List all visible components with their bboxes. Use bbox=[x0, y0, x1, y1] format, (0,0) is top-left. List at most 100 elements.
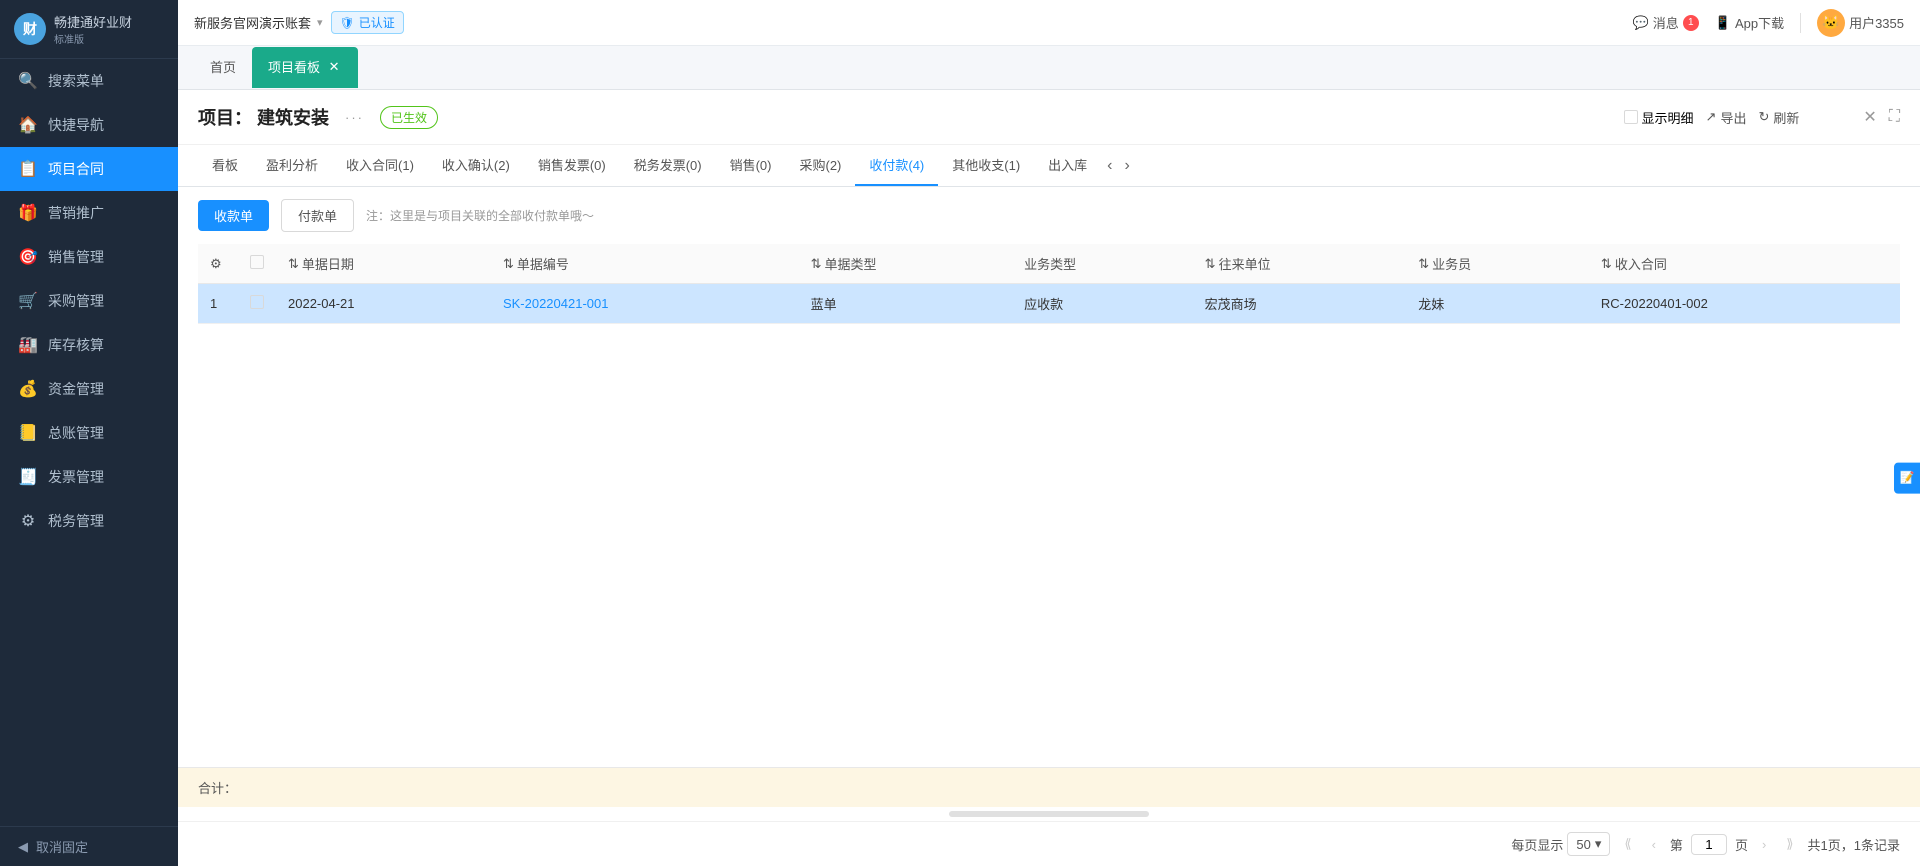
certified-label: 已认证 bbox=[359, 14, 395, 31]
sub-tab-income-confirm-label: 收入确认(2) bbox=[442, 158, 510, 173]
sidebar-item-label: 资金管理 bbox=[48, 379, 104, 399]
sidebar-item-tax[interactable]: ⚙ 税务管理 bbox=[0, 499, 178, 543]
settings-icon[interactable]: ⚙ bbox=[210, 256, 222, 271]
table-row[interactable]: 1 2022-04-21 SK-20220421-001 蓝单 应收款 宏茂商场… bbox=[198, 284, 1900, 324]
checkbox-icon[interactable] bbox=[1624, 110, 1638, 124]
user-label: 用户3355 bbox=[1849, 13, 1904, 32]
pagination: 每页显示 50 ▾ ⟪ ‹ 第 页 › ⟫ 共1页，1条记录 bbox=[178, 821, 1920, 866]
total-label: 共1页，1条记录 bbox=[1808, 835, 1900, 854]
tab-home[interactable]: 首页 bbox=[194, 47, 252, 88]
title-value: 建筑安装 bbox=[257, 108, 329, 128]
sub-tab-income-confirm[interactable]: 收入确认(2) bbox=[428, 145, 524, 186]
table-wrapper: ⚙ ⇅单据日期 ⇅单据编号 ⇅单据类型 bbox=[178, 244, 1920, 767]
page-title: 项目： 建筑安装 bbox=[198, 104, 329, 130]
prev-page-btn[interactable]: ‹ bbox=[1646, 835, 1662, 854]
th-date[interactable]: ⇅单据日期 bbox=[276, 244, 491, 284]
th-settings[interactable]: ⚙ bbox=[198, 244, 238, 284]
sub-tab-tax-invoice[interactable]: 税务发票(0) bbox=[620, 145, 716, 186]
app-download-btn[interactable]: 📱 App下载 bbox=[1715, 13, 1784, 32]
sidebar-item-finance[interactable]: 💰 资金管理 bbox=[0, 367, 178, 411]
maximize-window-btn[interactable]: ⛶ bbox=[1889, 108, 1900, 126]
account-selector[interactable]: 新服务官网演示账套 ▾ bbox=[194, 13, 323, 32]
contract-icon: 📋 bbox=[18, 159, 38, 179]
sidebar-item-project-contract[interactable]: 📋 项目合同 bbox=[0, 147, 178, 191]
sub-tab-sales-invoice[interactable]: 销售发票(0) bbox=[524, 145, 620, 186]
sub-tab-purchase[interactable]: 采购(2) bbox=[785, 145, 855, 186]
sub-tab-next-arrow[interactable]: › bbox=[1119, 157, 1136, 175]
row-type: 蓝单 bbox=[799, 284, 1013, 324]
more-options-btn[interactable]: ··· bbox=[345, 110, 364, 125]
checkbox-icon[interactable] bbox=[250, 295, 264, 309]
th-income-contract[interactable]: ⇅收入合同 bbox=[1589, 244, 1900, 284]
per-page-value: 50 bbox=[1576, 837, 1590, 852]
sidebar-item-invoice[interactable]: 🧾 发票管理 bbox=[0, 455, 178, 499]
last-page-btn[interactable]: ⟫ bbox=[1780, 834, 1799, 854]
sort-icon: ⇅ bbox=[1418, 256, 1429, 272]
horizontal-scrollbar[interactable] bbox=[949, 811, 1149, 817]
sidebar-item-inventory[interactable]: 🏭 库存核算 bbox=[0, 323, 178, 367]
sort-icon: ⇅ bbox=[288, 256, 299, 272]
tab-close-btn[interactable]: ✕ bbox=[326, 59, 342, 75]
export-icon: ↗ bbox=[1706, 109, 1717, 125]
page-number-input[interactable] bbox=[1691, 834, 1727, 855]
sidebar-item-search[interactable]: 🔍 搜索菜单 bbox=[0, 59, 178, 103]
sidebar-item-ledger[interactable]: 📒 总账管理 bbox=[0, 411, 178, 455]
user-menu[interactable]: 🐱 用户3355 bbox=[1817, 9, 1904, 37]
export-btn[interactable]: ↗ 导出 bbox=[1706, 108, 1747, 127]
th-salesperson[interactable]: ⇅业务员 bbox=[1406, 244, 1589, 284]
doc-link[interactable]: SK-20220421-001 bbox=[503, 296, 609, 311]
row-salesperson: 龙妹 bbox=[1406, 284, 1589, 324]
sub-tab-in-out[interactable]: 出入库 bbox=[1034, 145, 1101, 186]
home-icon: 🏠 bbox=[18, 115, 38, 135]
app-download-label: App下载 bbox=[1735, 13, 1784, 32]
refresh-btn[interactable]: ↻ 刷新 bbox=[1758, 108, 1799, 127]
data-table: ⚙ ⇅单据日期 ⇅单据编号 ⇅单据类型 bbox=[198, 244, 1900, 324]
sub-tab-kanban[interactable]: 看板 bbox=[198, 145, 252, 186]
sub-tab-income-contract[interactable]: 收入合同(1) bbox=[332, 145, 428, 186]
tab-project-board[interactable]: 项目看板 ✕ bbox=[252, 47, 358, 88]
sub-tab-sales[interactable]: 销售(0) bbox=[716, 145, 786, 186]
per-page-dropdown[interactable]: 50 ▾ bbox=[1567, 832, 1610, 856]
th-type[interactable]: ⇅单据类型 bbox=[799, 244, 1013, 284]
message-btn[interactable]: 💬 消息 1 bbox=[1633, 13, 1699, 32]
logo-area: 财 畅捷通好业财 标准版 bbox=[0, 0, 178, 59]
tab-project-board-label: 项目看板 bbox=[268, 57, 320, 76]
sub-tab-prev-arrow[interactable]: ‹ bbox=[1101, 157, 1118, 175]
sidebar-item-marketing[interactable]: 🎁 营销推广 bbox=[0, 191, 178, 235]
row-num: 1 bbox=[198, 284, 238, 324]
side-panel-btn[interactable]: 📝 bbox=[1894, 463, 1920, 494]
select-all-checkbox[interactable] bbox=[250, 255, 264, 269]
th-number[interactable]: ⇅单据编号 bbox=[491, 244, 799, 284]
sort-icon: ⇅ bbox=[1205, 256, 1216, 272]
sub-tabs: 看板 盈利分析 收入合同(1) 收入确认(2) 销售发票(0) 税务发票(0) … bbox=[178, 145, 1920, 187]
sub-tab-other-expense[interactable]: 其他收支(1) bbox=[938, 145, 1034, 186]
th-biz-type: 业务类型 bbox=[1012, 244, 1193, 284]
sidebar-item-label: 税务管理 bbox=[48, 511, 104, 531]
show-detail-checkbox[interactable]: 显示明细 bbox=[1624, 108, 1694, 127]
sidebar-item-label: 总账管理 bbox=[48, 423, 104, 443]
sidebar-item-sales[interactable]: 🎯 销售管理 bbox=[0, 235, 178, 279]
sub-tab-receipt[interactable]: 收付款(4) bbox=[855, 145, 938, 186]
first-page-btn[interactable]: ⟪ bbox=[1618, 834, 1637, 854]
topbar-left: 新服务官网演示账套 ▾ 🛡 已认证 bbox=[194, 11, 404, 34]
sub-tab-income-contract-label: 收入合同(1) bbox=[346, 158, 414, 173]
sidebar-item-label: 采购管理 bbox=[48, 291, 104, 311]
th-partner[interactable]: ⇅往来单位 bbox=[1193, 244, 1407, 284]
message-label: 消息 bbox=[1653, 13, 1679, 32]
sidebar-item-quick-nav[interactable]: 🏠 快捷导航 bbox=[0, 103, 178, 147]
payment-btn[interactable]: 付款单 bbox=[281, 199, 354, 232]
sidebar-unpin-btn[interactable]: ◀ 取消固定 bbox=[0, 826, 178, 866]
page-header-actions: 显示明细 ↗ 导出 ↻ 刷新 ✕ ⛶ bbox=[1624, 107, 1900, 127]
next-page-btn[interactable]: › bbox=[1756, 835, 1772, 854]
page-header: 项目： 建筑安装 ··· 已生效 显示明细 ↗ 导出 ↻ 刷新 ✕ bbox=[178, 90, 1920, 145]
app-name: 畅捷通好业财 bbox=[54, 12, 132, 31]
tab-home-label: 首页 bbox=[210, 60, 236, 75]
gift-icon: 🎁 bbox=[18, 203, 38, 223]
sub-tab-profit[interactable]: 盈利分析 bbox=[252, 145, 332, 186]
row-checkbox[interactable] bbox=[238, 284, 276, 324]
sidebar-item-purchase[interactable]: 🛒 采购管理 bbox=[0, 279, 178, 323]
row-biz-type: 应收款 bbox=[1012, 284, 1193, 324]
close-window-btn[interactable]: ✕ bbox=[1863, 107, 1876, 127]
sub-tab-receipt-label: 收付款(4) bbox=[869, 158, 924, 173]
receipt-btn[interactable]: 收款单 bbox=[198, 200, 269, 231]
